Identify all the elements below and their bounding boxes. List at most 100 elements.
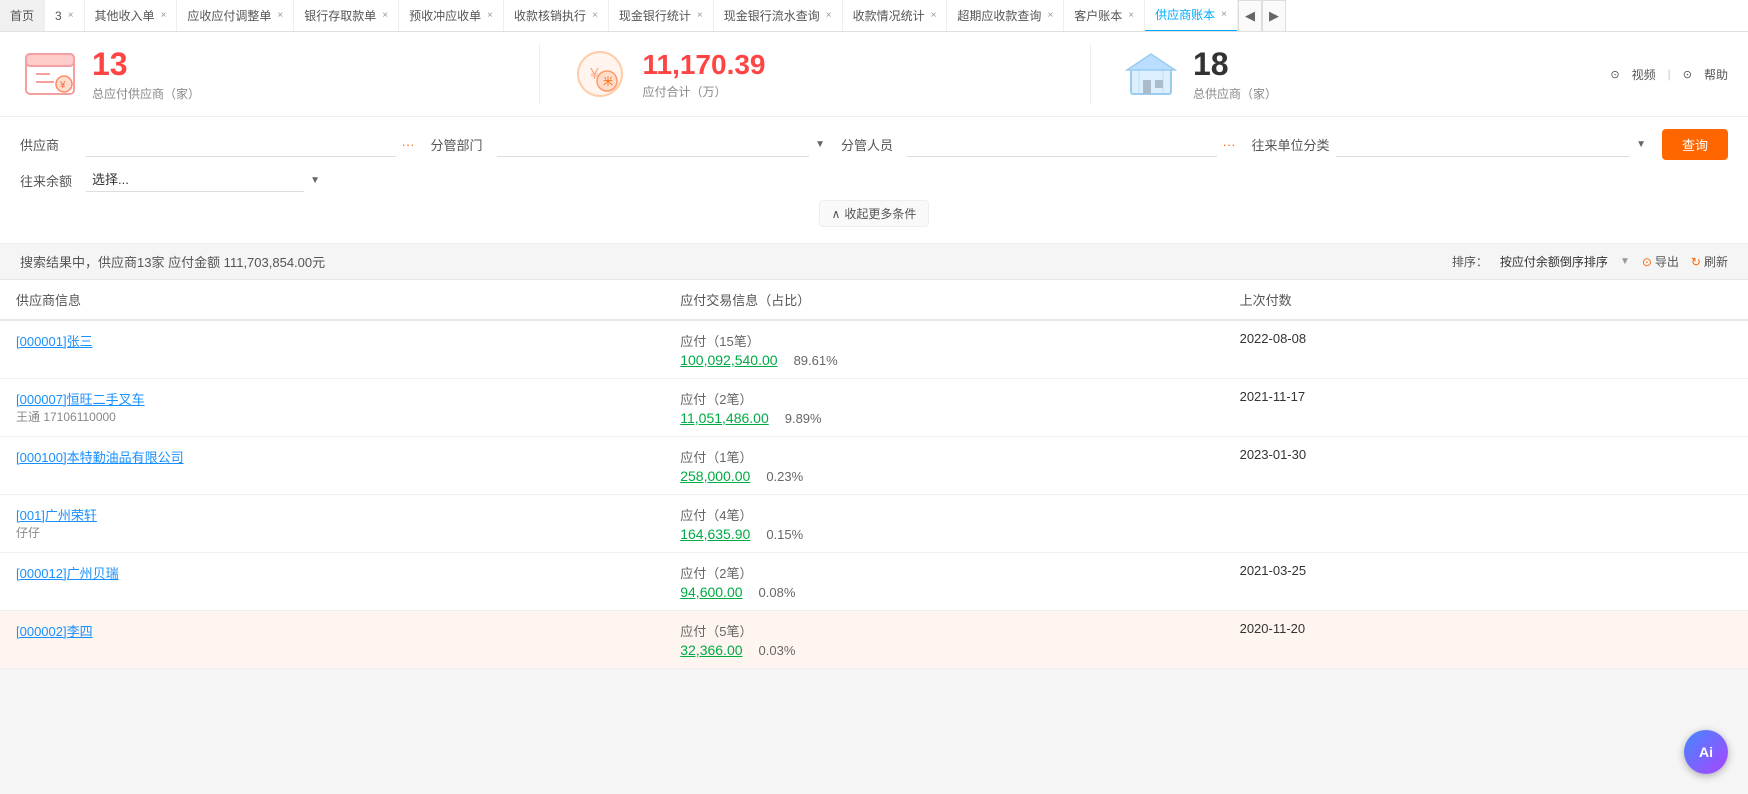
summary-card-total-suppliers: 18 总供应商（家）: [1121, 44, 1610, 104]
close-icon[interactable]: ×: [382, 0, 388, 32]
col-header-transaction: 应付交易信息（占比）: [664, 280, 1223, 320]
circle-icon: ⊙: [1610, 68, 1619, 81]
ai-badge[interactable]: Ai: [1684, 730, 1728, 774]
nav-supplier-ledger[interactable]: 供应商账本 ×: [1145, 0, 1238, 32]
close-icon[interactable]: ×: [161, 0, 167, 32]
category-dropdown-arrow[interactable]: ▼: [1636, 139, 1646, 150]
question-icon: ⊙: [1683, 68, 1692, 81]
help-link[interactable]: 帮助: [1704, 66, 1728, 83]
total-suppliers-number: 18: [1193, 46, 1277, 83]
supplier-info-cell: [000002]李四: [0, 611, 664, 669]
tx-amount[interactable]: 94,600.00: [680, 584, 742, 600]
sort-prefix-label: 排序：: [1452, 253, 1488, 270]
tx-count: （2笔）: [706, 566, 752, 581]
nav-adjust[interactable]: 应收应付调整单 ×: [177, 0, 294, 32]
tx-label: 应付: [680, 392, 706, 407]
close-icon[interactable]: ×: [1128, 0, 1134, 32]
nav-cash-bank-stat[interactable]: 现金银行统计 ×: [609, 0, 714, 32]
last-payment-cell: 2023-01-30: [1224, 437, 1748, 495]
supplier-link[interactable]: [000001]张三: [16, 334, 93, 349]
sort-dropdown-arrow[interactable]: ▼: [1620, 256, 1630, 267]
supplier-link[interactable]: [000100]本特勤油品有限公司: [16, 450, 184, 465]
category-input[interactable]: [1336, 133, 1631, 157]
nav-3[interactable]: 3 ×: [45, 0, 85, 32]
sort-dropdown[interactable]: 按应付余额倒序排序: [1500, 253, 1608, 270]
tx-label: 应付: [680, 566, 706, 581]
tx-amount[interactable]: 100,092,540.00: [680, 352, 777, 368]
table-row: [000100]本特勤油品有限公司应付（1笔）258,000.000.23%20…: [0, 437, 1748, 495]
close-icon[interactable]: ×: [487, 0, 493, 32]
tx-amount[interactable]: 164,635.90: [680, 526, 750, 542]
nav-overdue[interactable]: 超期应收款查询 ×: [947, 0, 1064, 32]
divider-1: [539, 44, 540, 104]
export-button[interactable]: ⊙ 导出: [1642, 253, 1679, 270]
nav-customer-ledger[interactable]: 客户账本 ×: [1064, 0, 1145, 32]
tx-amount-row: 11,051,486.00 9.89%: [680, 410, 1207, 426]
tx-amount[interactable]: 11,051,486.00: [680, 410, 769, 426]
summary-header: ¥ 13 总应付供应商（家） ¥ 米 11,170.39 应付合计（万）: [0, 32, 1748, 117]
tx-count: （4笔）: [706, 508, 752, 523]
collapse-button[interactable]: ∧ 收起更多条件: [819, 200, 930, 227]
col-supplier-label: 供应商信息: [16, 293, 81, 308]
supplier-info-cell: [000007]恒旺二手叉车王通 17106110000: [0, 379, 664, 437]
close-icon[interactable]: ×: [592, 0, 598, 32]
close-icon[interactable]: ×: [826, 0, 832, 32]
supplier-link[interactable]: [000007]恒旺二手叉车: [16, 392, 145, 407]
tx-percent: 9.89%: [785, 411, 822, 426]
summary-card-payable-suppliers: ¥ 13 总应付供应商（家）: [20, 44, 509, 104]
dept-dropdown-arrow[interactable]: ▼: [815, 139, 825, 150]
close-icon[interactable]: ×: [277, 0, 283, 32]
supplier-dots-button[interactable]: ···: [402, 137, 415, 152]
filter-dept: 分管部门 ▼: [431, 133, 826, 157]
tx-amount[interactable]: 32,366.00: [680, 642, 742, 658]
refresh-button[interactable]: ↻ 刷新: [1691, 253, 1728, 270]
close-icon[interactable]: ×: [697, 0, 703, 32]
supplier-link[interactable]: [000012]广州贝瑞: [16, 566, 119, 581]
tx-amount[interactable]: 258,000.00: [680, 468, 750, 484]
filter-category: 往来单位分类 ▼: [1252, 133, 1647, 157]
col-header-supplier: 供应商信息: [0, 280, 664, 320]
tx-percent: 0.23%: [766, 469, 803, 484]
person-input[interactable]: [907, 133, 1217, 157]
dept-input[interactable]: [497, 133, 810, 157]
nav-advance[interactable]: 预收冲应收单 ×: [399, 0, 504, 32]
video-link[interactable]: 视频: [1632, 66, 1656, 83]
person-dots-button[interactable]: ···: [1223, 137, 1236, 152]
last-payment-cell: 2021-11-17: [1224, 379, 1748, 437]
filter-balance: 往来余额 选择... ▼: [20, 168, 320, 192]
close-icon[interactable]: ×: [68, 0, 74, 32]
nav-bank[interactable]: 银行存取款单 ×: [294, 0, 399, 32]
nav-collection[interactable]: 收款核销执行 ×: [504, 0, 609, 32]
query-button[interactable]: 查询: [1662, 129, 1728, 160]
nav-customer-ledger-label: 客户账本: [1074, 0, 1122, 32]
nav-bank-label: 银行存取款单: [304, 0, 376, 32]
balance-dropdown-arrow[interactable]: ▼: [310, 175, 320, 186]
supplier-info-cell: [000001]张三: [0, 320, 664, 379]
export-label: 导出: [1655, 253, 1679, 270]
tx-amount-row: 94,600.000.08%: [680, 584, 1207, 600]
nav-home[interactable]: 首页: [0, 0, 45, 32]
transaction-cell: 应付（1笔）258,000.000.23%: [664, 437, 1223, 495]
close-icon[interactable]: ×: [931, 0, 937, 32]
payable-suppliers-label: 总应付供应商（家）: [92, 85, 200, 102]
supplier-input[interactable]: [86, 133, 396, 157]
balance-select[interactable]: 选择...: [86, 168, 304, 192]
nav-collection-stat[interactable]: 收款情况统计 ×: [843, 0, 948, 32]
nav-other-income-label: 其他收入单: [95, 0, 155, 32]
nav-other-income[interactable]: 其他收入单 ×: [85, 0, 178, 32]
result-actions: 排序： 按应付余额倒序排序 ▼ ⊙ 导出 ↻ 刷新: [1452, 253, 1728, 270]
contact-info: 仔仔: [16, 524, 648, 541]
tx-percent: 89.61%: [794, 353, 838, 368]
supplier-link[interactable]: [000002]李四: [16, 624, 93, 639]
close-icon[interactable]: ×: [1047, 0, 1053, 32]
tx-count: （15笔）: [706, 334, 759, 349]
result-bar: 搜索结果中，供应商13家 应付金额 111,703,854.00元 排序： 按应…: [0, 244, 1748, 280]
supplier-link[interactable]: [001]广州荣轩: [16, 508, 97, 523]
tx-percent: 0.03%: [759, 643, 796, 658]
nav-cash-flow[interactable]: 现金银行流水查询 ×: [714, 0, 843, 32]
close-icon[interactable]: ×: [1221, 0, 1227, 31]
nav-prev-arrow[interactable]: ◀: [1238, 0, 1262, 32]
nav-next-arrow[interactable]: ▶: [1262, 0, 1286, 32]
tx-percent: 0.15%: [766, 527, 803, 542]
nav-cash-bank-stat-label: 现金银行统计: [619, 0, 691, 32]
